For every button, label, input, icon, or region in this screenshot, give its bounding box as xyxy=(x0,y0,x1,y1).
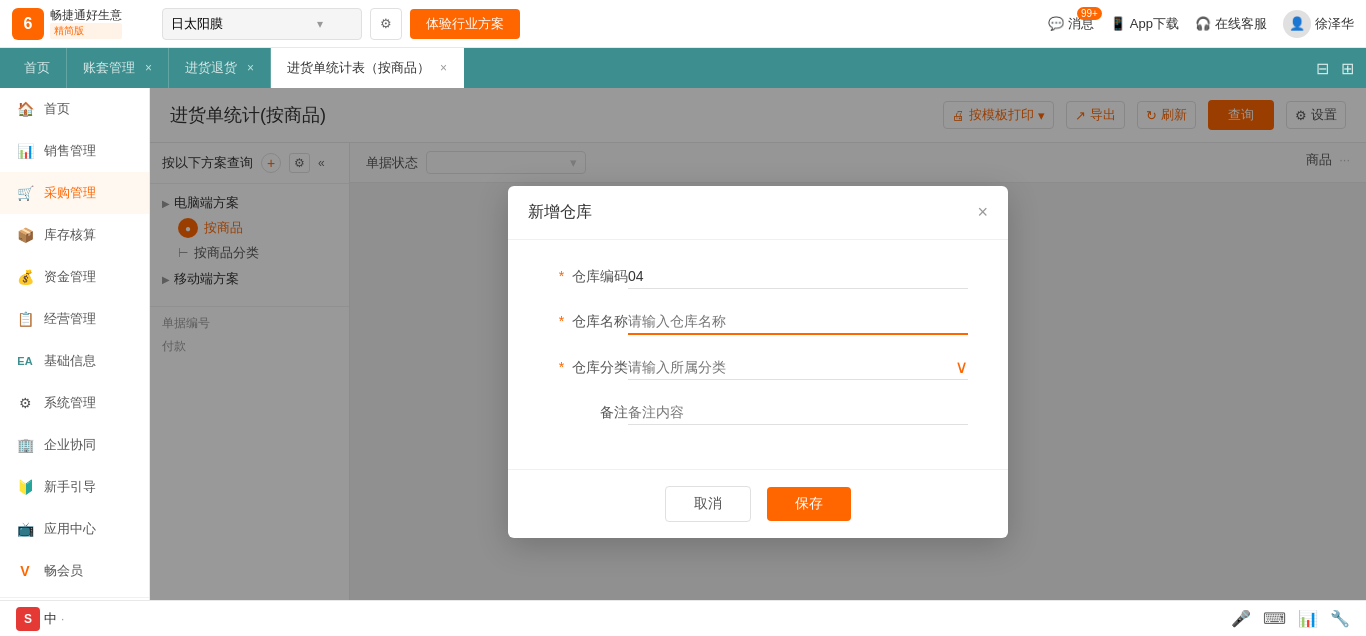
tab-account[interactable]: 账套管理 × xyxy=(67,48,169,88)
tab-expand-icon[interactable]: ⊞ xyxy=(1337,55,1358,82)
sidebar-item-purchase[interactable]: 🛒 采购管理 xyxy=(0,172,149,214)
user-avatar: 👤 xyxy=(1283,10,1311,38)
bottom-logo-area: S 中 · xyxy=(16,607,64,631)
search-bar[interactable]: ▾ xyxy=(162,8,362,40)
appstore-icon: 📺 xyxy=(16,520,34,538)
tab-shrink-icon[interactable]: ⊟ xyxy=(1312,55,1333,82)
tab-close-stats[interactable]: × xyxy=(440,61,447,75)
guide-icon: 🔰 xyxy=(16,478,34,496)
category-label: * 仓库分类 xyxy=(548,359,628,377)
code-input[interactable] xyxy=(628,264,968,289)
message-icon: 💬 xyxy=(1048,16,1064,31)
search-dropdown-icon[interactable]: ▾ xyxy=(317,17,323,31)
sidebar-item-member[interactable]: V 畅会员 xyxy=(0,550,149,592)
mic-icon[interactable]: 🎤 xyxy=(1231,609,1251,628)
modal-body: * 仓库编码 * 仓库名称 xyxy=(508,240,1008,469)
bottom-separator1: · xyxy=(61,612,64,626)
notification-badge: 99+ xyxy=(1077,7,1102,20)
online-service-item[interactable]: 🎧 在线客服 xyxy=(1195,15,1267,33)
name-input[interactable] xyxy=(628,309,968,335)
mobile-icon: 📱 xyxy=(1110,16,1126,31)
name-label: * 仓库名称 xyxy=(548,313,628,331)
sidebar-item-appstore[interactable]: 📺 应用中心 xyxy=(0,508,149,550)
bottom-s-logo: S xyxy=(16,607,40,631)
trial-button[interactable]: 体验行业方案 xyxy=(410,9,520,39)
sales-icon: 📊 xyxy=(16,142,34,160)
chart-icon[interactable]: 📊 xyxy=(1298,609,1318,628)
cancel-button[interactable]: 取消 xyxy=(665,486,751,522)
main-layout: 🏠 首页 📊 销售管理 🛒 采购管理 📦 库存核算 💰 资金管理 📋 经营管理 … xyxy=(0,88,1366,636)
sidebar-item-system[interactable]: ⚙ 系统管理 xyxy=(0,382,149,424)
tab-home[interactable]: 首页 xyxy=(8,48,67,88)
content-area: 进货单统计(按商品) 🖨 按模板打印 ▾ ↗ 导出 ↻ 刷新 查询 ⚙ xyxy=(150,88,1366,636)
sidebar-item-company[interactable]: 🏢 企业协同 xyxy=(0,424,149,466)
sidebar-item-inventory[interactable]: 📦 库存核算 xyxy=(0,214,149,256)
tool-icon[interactable]: 🔧 xyxy=(1330,609,1350,628)
top-header: 6 畅捷通好生意 精简版 ▾ ⚙ 体验行业方案 💬 消息 99+ 📱 App下载… xyxy=(0,0,1366,48)
modal-close-button[interactable]: × xyxy=(977,202,988,223)
system-icon: ⚙ xyxy=(16,394,34,412)
modal-overlay: 新增仓库 × * 仓库编码 xyxy=(150,88,1366,636)
name-field-row: * 仓库名称 xyxy=(548,309,968,335)
tab-purchase-return[interactable]: 进货退货 × xyxy=(169,48,271,88)
add-warehouse-modal: 新增仓库 × * 仓库编码 xyxy=(508,186,1008,538)
tab-bar: 首页 账套管理 × 进货退货 × 进货单统计表（按商品） × ⊟ ⊞ xyxy=(0,48,1366,88)
header-right: 💬 消息 99+ 📱 App下载 🎧 在线客服 👤 徐泽华 xyxy=(1048,10,1354,38)
tab-purchase-stats[interactable]: 进货单统计表（按商品） × xyxy=(271,48,464,88)
sidebar-item-business[interactable]: 📋 经营管理 xyxy=(0,298,149,340)
sidebar-item-basic[interactable]: EA 基础信息 xyxy=(0,340,149,382)
tab-close-account[interactable]: × xyxy=(145,61,152,75)
user-profile-item[interactable]: 👤 徐泽华 xyxy=(1283,10,1354,38)
sidebar: 🏠 首页 📊 销售管理 🛒 采购管理 📦 库存核算 💰 资金管理 📋 经营管理 … xyxy=(0,88,150,636)
logo-area: 6 畅捷通好生意 精简版 xyxy=(12,8,162,40)
save-button[interactable]: 保存 xyxy=(767,487,851,521)
tab-close-purchase-return[interactable]: × xyxy=(247,61,254,75)
purchase-icon: 🛒 xyxy=(16,184,34,202)
headset-icon: 🎧 xyxy=(1195,16,1211,31)
bottom-lang: 中 xyxy=(44,610,57,628)
sidebar-item-sales[interactable]: 📊 销售管理 xyxy=(0,130,149,172)
settings-button[interactable]: ⚙ xyxy=(370,8,402,40)
company-icon: 🏢 xyxy=(16,436,34,454)
keyboard-icon[interactable]: ⌨ xyxy=(1263,609,1286,628)
category-field-row: * 仓库分类 ∨ xyxy=(548,355,968,380)
modal-title: 新增仓库 xyxy=(528,202,592,223)
app-badge: 精简版 xyxy=(50,23,122,39)
sidebar-item-finance[interactable]: 💰 资金管理 xyxy=(0,256,149,298)
modal-footer: 取消 保存 xyxy=(508,469,1008,538)
code-field-row: * 仓库编码 xyxy=(548,264,968,289)
inventory-icon: 📦 xyxy=(16,226,34,244)
bottom-bar: S 中 · 🎤 ⌨ 📊 🔧 xyxy=(0,600,1366,636)
remark-input[interactable] xyxy=(628,400,968,425)
business-icon: 📋 xyxy=(16,310,34,328)
app-logo-icon: 6 xyxy=(12,8,44,40)
finance-icon: 💰 xyxy=(16,268,34,286)
app-download-item[interactable]: 📱 App下载 xyxy=(1110,15,1179,33)
app-name: 畅捷通好生意 xyxy=(50,8,122,24)
member-icon: V xyxy=(16,562,34,580)
notifications-item[interactable]: 💬 消息 99+ xyxy=(1048,15,1094,33)
modal-header: 新增仓库 × xyxy=(508,186,1008,240)
basic-icon: EA xyxy=(16,352,34,370)
sidebar-item-home[interactable]: 🏠 首页 xyxy=(0,88,149,130)
remark-label: 备注 xyxy=(548,404,628,422)
sidebar-item-guide[interactable]: 🔰 新手引导 xyxy=(0,466,149,508)
search-input[interactable] xyxy=(171,16,311,31)
category-chevron-icon[interactable]: ∨ xyxy=(955,356,968,378)
remark-field-row: 备注 xyxy=(548,400,968,425)
tab-expand-area: ⊟ ⊞ xyxy=(1312,55,1358,82)
home-icon: 🏠 xyxy=(16,100,34,118)
category-input[interactable] xyxy=(628,355,955,379)
code-label: * 仓库编码 xyxy=(548,268,628,286)
